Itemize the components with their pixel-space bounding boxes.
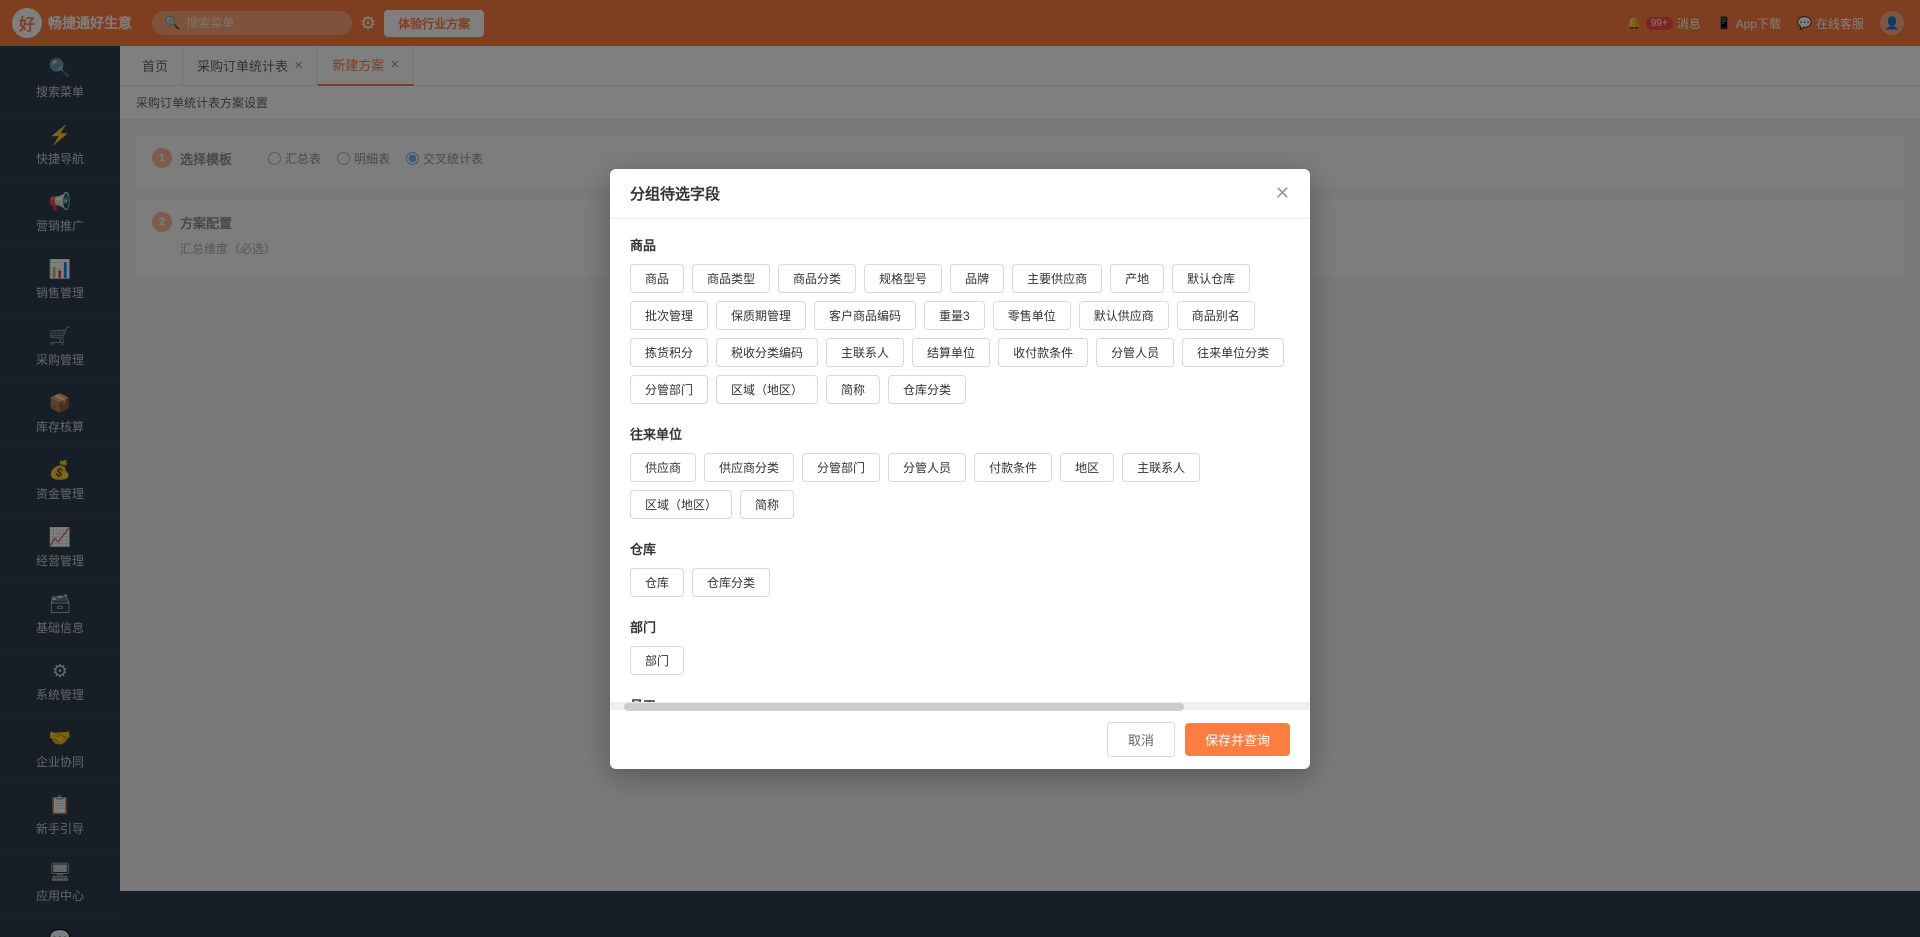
modal-scrollbar-area bbox=[610, 702, 1310, 708]
department-tags: 部门 bbox=[630, 646, 1290, 675]
tag-default-supplier[interactable]: 默认供应商 bbox=[1079, 301, 1169, 330]
section-employee: 员工 业务员 bbox=[630, 695, 1290, 703]
tag-mgmt-dept[interactable]: 分管部门 bbox=[802, 453, 880, 482]
tag-main-contact2[interactable]: 主联系人 bbox=[1122, 453, 1200, 482]
tag-product[interactable]: 商品 bbox=[630, 264, 684, 293]
section-warehouse-title: 仓库 bbox=[630, 539, 1290, 558]
section-partner: 往来单位 供应商 供应商分类 分管部门 分管人员 付款条件 地区 主联系人 区域… bbox=[630, 424, 1290, 519]
tag-mgmt-person[interactable]: 分管人员 bbox=[888, 453, 966, 482]
tag-default-warehouse[interactable]: 默认仓库 bbox=[1172, 264, 1250, 293]
tag-supervisor[interactable]: 分管人员 bbox=[1096, 338, 1174, 367]
section-department-title: 部门 bbox=[630, 617, 1290, 636]
tag-partner-category[interactable]: 往来单位分类 bbox=[1182, 338, 1284, 367]
modal-body: 商品 商品 商品类型 商品分类 规格型号 品牌 主要供应商 产地 默认仓库 批次… bbox=[610, 219, 1310, 703]
tag-origin[interactable]: 产地 bbox=[1110, 264, 1164, 293]
tag-department[interactable]: 部门 bbox=[630, 646, 684, 675]
tag-spec-model[interactable]: 规格型号 bbox=[864, 264, 942, 293]
tag-shelf-life[interactable]: 保质期管理 bbox=[716, 301, 806, 330]
tag-warehouse-cat[interactable]: 仓库分类 bbox=[888, 375, 966, 404]
tag-supplier[interactable]: 供应商 bbox=[630, 453, 696, 482]
section-product-title: 商品 bbox=[630, 235, 1290, 254]
modal-scrollbar-thumb[interactable] bbox=[624, 703, 1184, 711]
tag-weight3[interactable]: 重量3 bbox=[924, 301, 985, 330]
tag-area[interactable]: 地区 bbox=[1060, 453, 1114, 482]
tag-abbr2[interactable]: 简称 bbox=[740, 490, 794, 519]
tag-supplier-cat[interactable]: 供应商分类 bbox=[704, 453, 794, 482]
tag-abbr[interactable]: 简称 bbox=[826, 375, 880, 404]
product-tags: 商品 商品类型 商品分类 规格型号 品牌 主要供应商 产地 默认仓库 批次管理 … bbox=[630, 264, 1290, 404]
tag-batch-mgmt[interactable]: 批次管理 bbox=[630, 301, 708, 330]
tag-region[interactable]: 区域（地区） bbox=[716, 375, 818, 404]
modal: 分组待选字段 ✕ 商品 商品 商品类型 商品分类 规格型号 品牌 主要供应商 产… bbox=[610, 169, 1310, 769]
tag-settlement-unit[interactable]: 结算单位 bbox=[912, 338, 990, 367]
section-warehouse: 仓库 仓库 仓库分类 bbox=[630, 539, 1290, 597]
tag-main-contact[interactable]: 主联系人 bbox=[826, 338, 904, 367]
modal-header: 分组待选字段 ✕ bbox=[610, 169, 1310, 219]
tag-warehouse[interactable]: 仓库 bbox=[630, 568, 684, 597]
tag-payment-cond[interactable]: 付款条件 bbox=[974, 453, 1052, 482]
tag-warehouse-type[interactable]: 仓库分类 bbox=[692, 568, 770, 597]
tag-product-alias[interactable]: 商品别名 bbox=[1177, 301, 1255, 330]
tag-pick-score[interactable]: 拣货积分 bbox=[630, 338, 708, 367]
cancel-button[interactable]: 取消 bbox=[1107, 722, 1175, 757]
modal-footer: 取消 保存并查询 bbox=[610, 709, 1310, 769]
section-product: 商品 商品 商品类型 商品分类 规格型号 品牌 主要供应商 产地 默认仓库 批次… bbox=[630, 235, 1290, 404]
tag-brand[interactable]: 品牌 bbox=[950, 264, 1004, 293]
tag-tax-code[interactable]: 税收分类编码 bbox=[716, 338, 818, 367]
section-department: 部门 部门 bbox=[630, 617, 1290, 675]
warehouse-tags: 仓库 仓库分类 bbox=[630, 568, 1290, 597]
tag-retail-unit[interactable]: 零售单位 bbox=[993, 301, 1071, 330]
tag-customer-code[interactable]: 客户商品编码 bbox=[814, 301, 916, 330]
partner-tags: 供应商 供应商分类 分管部门 分管人员 付款条件 地区 主联系人 区域（地区） … bbox=[630, 453, 1290, 519]
tag-product-type[interactable]: 商品类型 bbox=[692, 264, 770, 293]
tag-main-supplier[interactable]: 主要供应商 bbox=[1012, 264, 1102, 293]
modal-title: 分组待选字段 bbox=[630, 183, 720, 204]
section-partner-title: 往来单位 bbox=[630, 424, 1290, 443]
tag-payment-terms[interactable]: 收付款条件 bbox=[998, 338, 1088, 367]
modal-close-button[interactable]: ✕ bbox=[1275, 183, 1290, 204]
modal-overlay: 分组待选字段 ✕ 商品 商品 商品类型 商品分类 规格型号 品牌 主要供应商 产… bbox=[0, 0, 1920, 937]
confirm-button[interactable]: 保存并查询 bbox=[1185, 723, 1290, 756]
section-employee-title: 员工 bbox=[630, 695, 1290, 703]
tag-region2[interactable]: 区域（地区） bbox=[630, 490, 732, 519]
tag-dept[interactable]: 分管部门 bbox=[630, 375, 708, 404]
tag-product-category[interactable]: 商品分类 bbox=[778, 264, 856, 293]
